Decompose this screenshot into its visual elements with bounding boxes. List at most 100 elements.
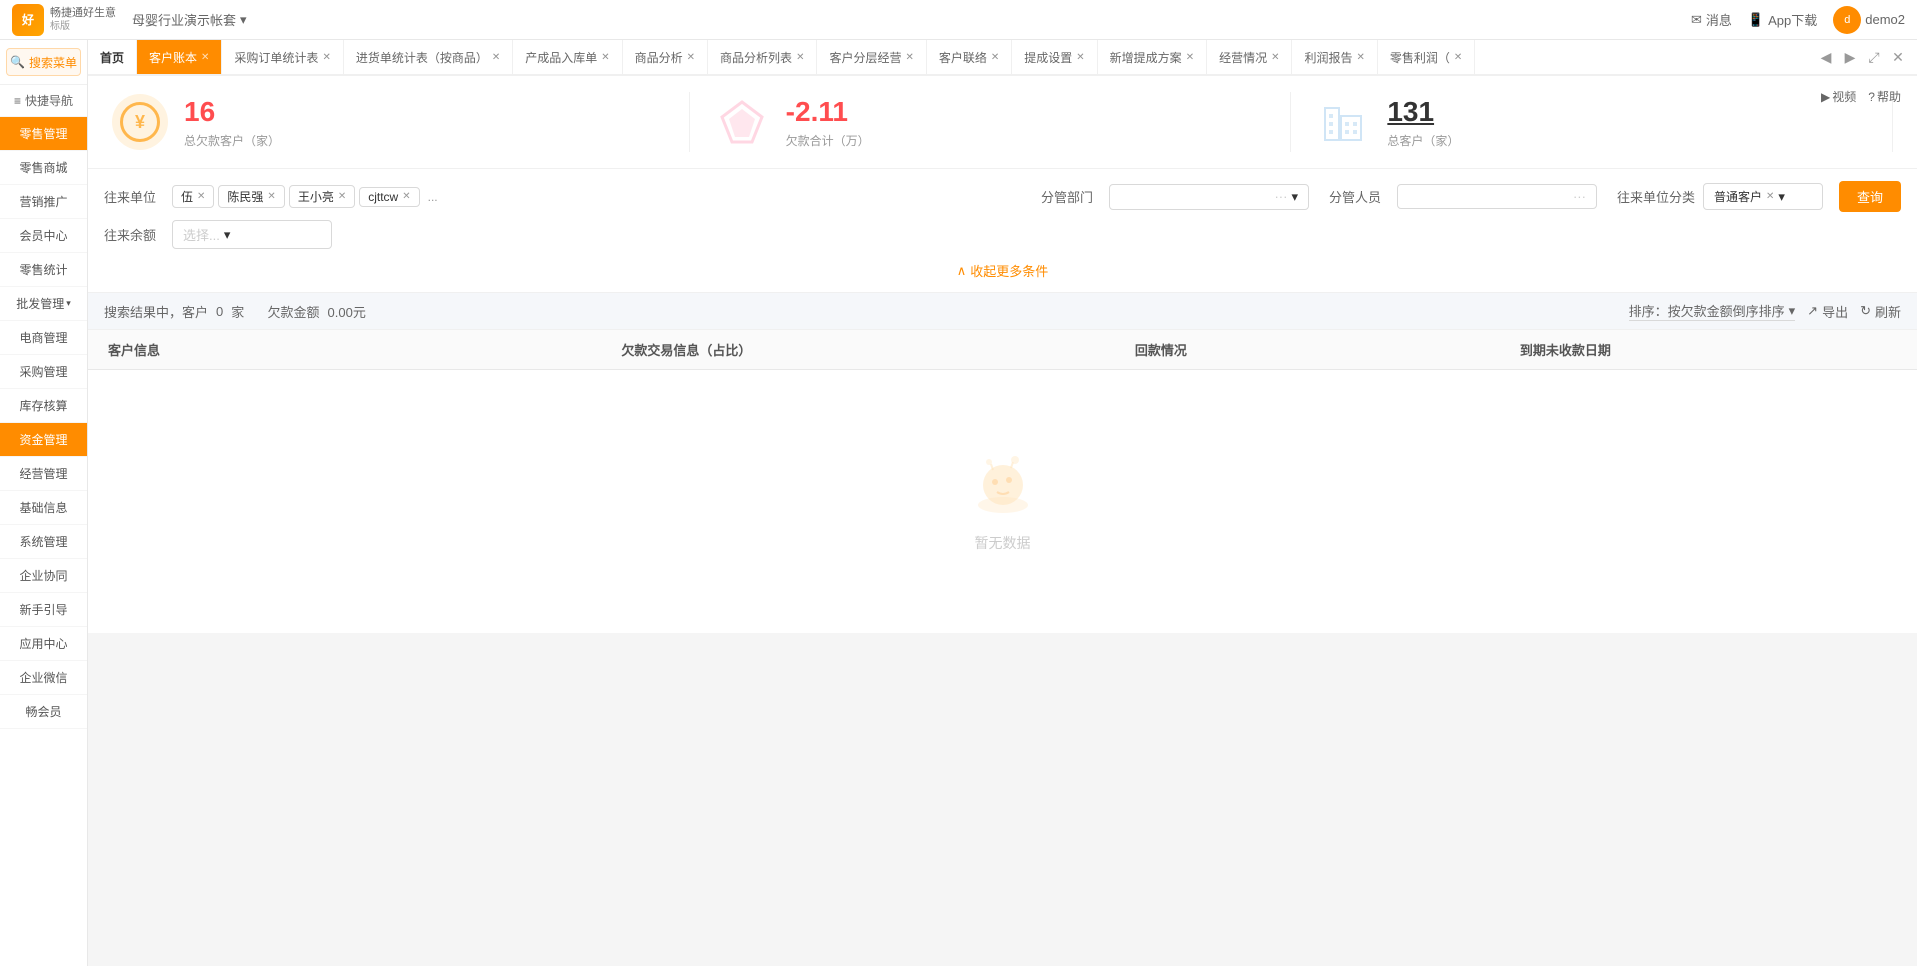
sidebar-item-app-center[interactable]: 应用中心 [0, 627, 87, 661]
stat-credit-amount-text: -2.11 欠款合计（万） [786, 95, 1267, 150]
balance-select[interactable]: 选择... ▾ [172, 220, 332, 249]
tab-close-icon[interactable]: ✕ [991, 52, 999, 63]
tab-purchase-order[interactable]: 采购订单统计表 ✕ [222, 40, 343, 75]
sidebar-item-enterprise-wechat[interactable]: 企业微信 [0, 661, 87, 695]
help-link[interactable]: ? 帮助 [1868, 88, 1901, 105]
query-button[interactable]: 查询 [1839, 181, 1901, 212]
tab-profit-report[interactable]: 利润报告 ✕ [1292, 40, 1377, 75]
sidebar-item-purchase[interactable]: 采购管理 [0, 355, 87, 389]
sidebar-item-enterprise-coop[interactable]: 企业协同 [0, 559, 87, 593]
collapse-btn[interactable]: ∧ 收起更多条件 [104, 261, 1901, 280]
sidebar-item-member[interactable]: 会员中心 [0, 219, 87, 253]
unit-type-tag-close[interactable]: ✕ [1766, 191, 1774, 202]
stat-total-customers: 131 总客户（家） [1291, 92, 1893, 152]
sidebar-item-operations[interactable]: 经营管理 [0, 457, 87, 491]
play-icon: ▶ [1821, 90, 1830, 104]
tab-next-btn[interactable]: ▶ [1839, 46, 1861, 68]
tab-close-icon[interactable]: ✕ [687, 52, 695, 63]
filter-tag-0[interactable]: 伍 ✕ [172, 185, 214, 208]
logo-icon: 好 [12, 4, 44, 36]
sidebar-item-system[interactable]: 系统管理 [0, 525, 87, 559]
tab-close-icon[interactable]: ✕ [201, 52, 209, 63]
dept-label: 分管部门 [1041, 187, 1101, 206]
message-btn[interactable]: ✉ 消息 [1691, 10, 1732, 29]
quick-nav-btn[interactable]: ≡ 快捷导航 [0, 85, 87, 117]
tag-close-icon[interactable]: ✕ [338, 191, 346, 202]
user-menu[interactable]: d demo2 [1833, 6, 1905, 34]
sidebar-item-new-guide[interactable]: 新手引导 [0, 593, 87, 627]
empty-state: 暂无数据 [88, 370, 1917, 633]
tab-close-icon[interactable]: ✕ [905, 52, 913, 63]
search-icon: 🔍 [10, 55, 25, 69]
top-bar: 好 畅捷通好生意 标版 母婴行业演示帐套 ▾ ✉ 消息 📱 App下载 d de… [0, 0, 1917, 40]
sort-select[interactable]: 排序：按欠款金额倒序排序 ▾ [1629, 301, 1796, 321]
message-icon: ✉ [1691, 12, 1702, 28]
app-download-btn[interactable]: 📱 App下载 [1748, 10, 1817, 29]
download-icon: 📱 [1748, 12, 1764, 28]
tab-expand-btn[interactable]: ⤢ [1863, 46, 1885, 68]
person-select[interactable]: ··· [1397, 184, 1597, 209]
chevron-down-icon: ▾ [1789, 303, 1796, 319]
dept-select[interactable]: ··· ▾ [1109, 184, 1309, 210]
tab-close-icon[interactable]: ✕ [1357, 52, 1365, 63]
tab-new-improve[interactable]: 新增提成方案 ✕ [1098, 40, 1207, 75]
unit-type-select[interactable]: 普通客户 ✕ ▾ [1703, 183, 1823, 210]
col-customer-info: 客户信息 [104, 340, 617, 359]
top-bar-left: 好 畅捷通好生意 标版 母婴行业演示帐套 ▾ [12, 4, 255, 36]
export-btn[interactable]: ↗ 导出 [1807, 302, 1848, 321]
sidebar-item-vip-member[interactable]: 畅会员 [0, 695, 87, 729]
sidebar-item-retail[interactable]: 零售管理 [0, 117, 87, 151]
sort-label: 排序：按欠款金额倒序排序 [1629, 301, 1785, 320]
balance-label: 往来余额 [104, 225, 164, 244]
tab-home[interactable]: 首页 [88, 40, 137, 75]
main-content: ¥ 16 总欠款客户（家） -2.11 欠款合计（万） [88, 76, 1917, 966]
tab-close-icon[interactable]: ✕ [796, 52, 804, 63]
tab-product-analysis[interactable]: 商品分析 ✕ [623, 40, 708, 75]
tag-close-icon[interactable]: ✕ [197, 191, 205, 202]
person-more-icon: ··· [1573, 189, 1586, 204]
tab-customer-contact[interactable]: 客户联络 ✕ [927, 40, 1012, 75]
tab-improve-settings[interactable]: 提成设置 ✕ [1012, 40, 1097, 75]
refresh-btn[interactable]: ↻ 刷新 [1860, 302, 1901, 321]
stat-credit-amount: -2.11 欠款合计（万） [690, 92, 1292, 152]
tab-biz-status[interactable]: 经营情况 ✕ [1207, 40, 1292, 75]
tab-cost-in[interactable]: 产成品入库单 ✕ [513, 40, 622, 75]
tag-close-icon[interactable]: ✕ [267, 191, 275, 202]
tab-prev-btn[interactable]: ◀ [1815, 46, 1837, 68]
account-dropdown[interactable]: 母婴行业演示帐套 ▾ [124, 6, 255, 33]
tab-product-analysis-list[interactable]: 商品分析列表 ✕ [708, 40, 817, 75]
tab-close-all-btn[interactable]: ✕ [1887, 46, 1909, 68]
sidebar-item-inventory[interactable]: 库存核算 [0, 389, 87, 423]
unit-type-tag[interactable]: 普通客户 ✕ [1714, 188, 1774, 205]
tab-close-icon[interactable]: ✕ [1076, 52, 1084, 63]
sidebar-item-retail-mall[interactable]: 零售商城 [0, 151, 87, 185]
result-bar: 搜索结果中，客户 0 家 欠款金额 0.00元 排序：按欠款金额倒序排序 ▾ ↗… [88, 293, 1917, 329]
sidebar-item-basic[interactable]: 基础信息 [0, 491, 87, 525]
tab-close-icon[interactable]: ✕ [601, 52, 609, 63]
tab-customers[interactable]: 客户账本 ✕ [137, 40, 222, 75]
tab-customer-segment[interactable]: 客户分层经营 ✕ [817, 40, 926, 75]
tab-close-icon[interactable]: ✕ [492, 52, 500, 63]
dept-more-icon: ··· [1274, 189, 1287, 204]
tab-close-icon[interactable]: ✕ [322, 52, 330, 63]
sidebar-item-wholesale[interactable]: 批发管理 ▾ [0, 287, 87, 321]
filter-tag-1[interactable]: 陈民强 ✕ [218, 185, 284, 208]
sidebar-item-finance[interactable]: 资金管理 [0, 423, 87, 457]
search-menu-btn[interactable]: 🔍 搜索菜单 [6, 48, 81, 76]
filter-tag-2[interactable]: 王小亮 ✕ [289, 185, 355, 208]
unit-label: 往来单位 [104, 187, 164, 206]
tab-purchase-stats[interactable]: 进货单统计表（按商品） ✕ [344, 40, 513, 75]
sidebar-item-marketing[interactable]: 营销推广 [0, 185, 87, 219]
help-icon: ? [1868, 90, 1875, 104]
filter-more-btn[interactable]: ... [424, 188, 442, 206]
filter-row-2: 往来余额 选择... ▾ [104, 220, 1901, 249]
tab-close-icon[interactable]: ✕ [1186, 52, 1194, 63]
sidebar-item-ecommerce[interactable]: 电商管理 [0, 321, 87, 355]
filter-tag-3[interactable]: cjttcw ✕ [359, 187, 419, 207]
tag-close-icon[interactable]: ✕ [402, 191, 410, 202]
sidebar-item-retail-stats[interactable]: 零售统计 [0, 253, 87, 287]
video-link[interactable]: ▶ 视频 [1821, 88, 1856, 105]
tab-close-icon[interactable]: ✕ [1454, 52, 1462, 63]
tab-retail-profit[interactable]: 零售利润（ ✕ [1378, 40, 1475, 75]
tab-close-icon[interactable]: ✕ [1271, 52, 1279, 63]
